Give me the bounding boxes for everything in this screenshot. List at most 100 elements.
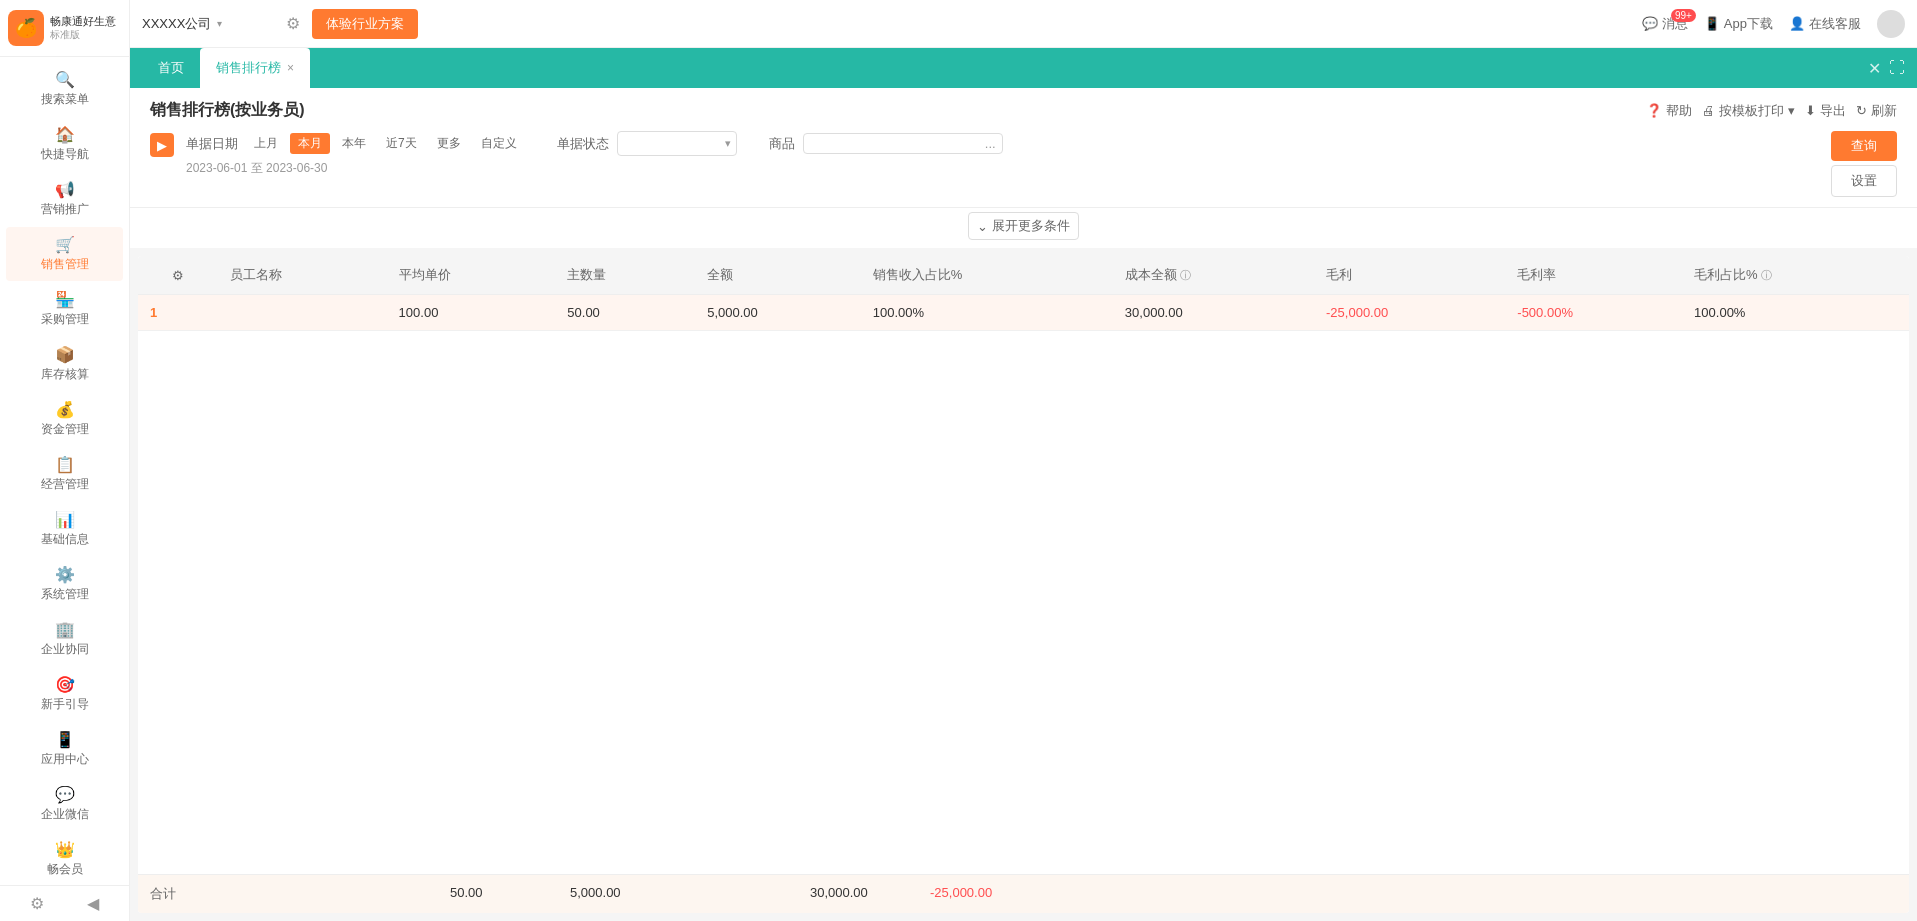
sidebar-label-newbie: 新手引导: [41, 696, 89, 713]
sidebar-label-system: 系统管理: [41, 586, 89, 603]
sidebar-item-newbie[interactable]: 🎯 新手引导: [6, 667, 123, 721]
sidebar-item-member[interactable]: 👑 畅会员: [6, 832, 123, 885]
tab-sales-ranking[interactable]: 销售排行榜 ×: [200, 48, 310, 88]
goods-label: 商品: [769, 135, 795, 153]
sidebar-label-inventory: 库存核算: [41, 366, 89, 383]
status-select-wrapper: [617, 131, 737, 156]
cost-info-icon[interactable]: ⓘ: [1180, 269, 1191, 281]
expand-more-button[interactable]: ⌄ 展开更多条件: [968, 212, 1079, 240]
col-gross-rate: 毛利率: [1505, 256, 1682, 295]
expand-label: 展开更多条件: [992, 217, 1070, 235]
sidebar-icon-quick-nav: 🏠: [55, 125, 75, 144]
row-gross-rate: -500.00%: [1505, 295, 1682, 331]
sidebar-item-basic[interactable]: 📊 基础信息: [6, 502, 123, 556]
col-settings[interactable]: ⚙: [138, 256, 218, 295]
query-button[interactable]: 查询: [1831, 131, 1897, 161]
date-tab-this-month[interactable]: 本月: [290, 133, 330, 154]
col-cost: 成本全额 ⓘ: [1113, 256, 1314, 295]
sidebar-item-search[interactable]: 🔍 搜索菜单: [6, 62, 123, 116]
sidebar-icon-system: ⚙️: [55, 565, 75, 584]
date-tab-custom[interactable]: 自定义: [473, 133, 525, 154]
help-button[interactable]: ❓ 帮助: [1646, 102, 1692, 120]
filter-toggle-icon[interactable]: ▶: [150, 133, 174, 157]
sidebar-item-quick-nav[interactable]: 🏠 快捷导航: [6, 117, 123, 171]
row-avg-price: 100.00: [387, 295, 556, 331]
sidebar-icon-sales: 🛒: [55, 235, 75, 254]
date-tab-last-month[interactable]: 上月: [246, 133, 286, 154]
expand-more-row: ⌄ 展开更多条件: [130, 208, 1917, 248]
company-selector[interactable]: XXXXX公司 ▾: [142, 15, 282, 33]
sidebar-item-inventory[interactable]: 📦 库存核算: [6, 337, 123, 391]
page-title: 销售排行榜(按业务员): [150, 100, 305, 121]
goods-input[interactable]: [810, 136, 985, 151]
export-button[interactable]: ⬇ 导出: [1805, 102, 1846, 120]
tab-close-window-icon[interactable]: ✕: [1868, 59, 1881, 78]
refresh-label: 刷新: [1871, 102, 1897, 120]
tab-home[interactable]: 首页: [142, 48, 200, 88]
footer-total: 5,000.00: [570, 885, 670, 903]
sidebar-item-purchase[interactable]: 🏪 采购管理: [6, 282, 123, 336]
sidebar-item-sales[interactable]: 🛒 销售管理: [6, 227, 123, 281]
logo-icon: 🍊: [8, 10, 44, 46]
sidebar-icon-newbie: 🎯: [55, 675, 75, 694]
status-select[interactable]: [617, 131, 737, 156]
sidebar-label-marketing: 营销推广: [41, 201, 89, 218]
service-label: 在线客服: [1809, 15, 1861, 33]
date-range-display: 2023-06-01 至 2023-06-30: [186, 160, 327, 177]
sidebar: 🍊 畅康通好生意 标准版 🔍 搜索菜单 🏠 快捷导航 📢 营销推广 🛒 销售管理…: [0, 0, 130, 921]
date-tab-7days[interactable]: 近7天: [378, 133, 425, 154]
sidebar-item-enterprise[interactable]: 🏢 企业协同: [6, 612, 123, 666]
sidebar-icon-apps: 📱: [55, 730, 75, 749]
col-gross: 毛利: [1314, 256, 1505, 295]
app-icon: 📱: [1704, 16, 1720, 31]
sidebar-label-finance: 资金管理: [41, 421, 89, 438]
set-button[interactable]: 设置: [1831, 165, 1897, 197]
sidebar-item-marketing[interactable]: 📢 营销推广: [6, 172, 123, 226]
sidebar-icon-purchase: 🏪: [55, 290, 75, 309]
date-tab-this-year[interactable]: 本年: [334, 133, 374, 154]
sidebar-item-apps[interactable]: 📱 应用中心: [6, 722, 123, 776]
message-button[interactable]: 💬 消息 99+: [1642, 15, 1688, 33]
row-employee-name: [218, 295, 387, 331]
date-tab-more[interactable]: 更多: [429, 133, 469, 154]
col-main-qty: 主数量: [555, 256, 695, 295]
sidebar-icon-wechat: 💬: [55, 785, 75, 804]
tab-close-icon[interactable]: ×: [287, 61, 294, 75]
tab-maximize-icon[interactable]: ⛶: [1889, 59, 1905, 78]
company-settings-icon[interactable]: ⚙: [286, 14, 300, 33]
sidebar-item-wechat[interactable]: 💬 企业微信: [6, 777, 123, 831]
sidebar-item-operation[interactable]: 📋 经营管理: [6, 447, 123, 501]
app-download-button[interactable]: 📱 App下载: [1704, 15, 1773, 33]
main-area: XXXXX公司 ▾ ⚙ 体验行业方案 💬 消息 99+ 📱 App下载 👤 在线…: [130, 0, 1917, 921]
sidebar-icon-finance: 💰: [55, 400, 75, 419]
table-header-row: ⚙ 员工名称 平均单价 主数量 全额 销售收入占比% 成本全额 ⓘ 毛利 毛利率…: [138, 256, 1909, 295]
print-button[interactable]: 🖨 按模板打印 ▾: [1702, 102, 1795, 120]
sidebar-settings-icon[interactable]: ⚙: [30, 894, 44, 913]
footer-spacer2: [350, 885, 430, 903]
col-employee: 员工名称: [218, 256, 387, 295]
app-label: App下载: [1724, 15, 1773, 33]
sidebar-item-system[interactable]: ⚙️ 系统管理: [6, 557, 123, 611]
col-sales-pct: 销售收入占比%: [861, 256, 1113, 295]
gross-pct-info-icon[interactable]: ⓘ: [1761, 269, 1772, 281]
goods-more-icon[interactable]: ...: [985, 136, 996, 151]
refresh-button[interactable]: ↻ 刷新: [1856, 102, 1897, 120]
sidebar-label-apps: 应用中心: [41, 751, 89, 768]
sidebar-icon-marketing: 📢: [55, 180, 75, 199]
expand-chevron-icon: ⌄: [977, 219, 988, 234]
export-label: 导出: [1820, 102, 1846, 120]
sidebar-collapse-icon[interactable]: ◀: [87, 894, 99, 913]
avatar[interactable]: [1877, 10, 1905, 38]
tab-bar: 首页 销售排行榜 × ✕ ⛶: [130, 48, 1917, 88]
online-service-button[interactable]: 👤 在线客服: [1789, 15, 1861, 33]
industry-button[interactable]: 体验行业方案: [312, 9, 418, 39]
footer-main-qty: 50.00: [450, 885, 550, 903]
table-area: ⚙ 员工名称 平均单价 主数量 全额 销售收入占比% 成本全额 ⓘ 毛利 毛利率…: [138, 256, 1909, 913]
goods-input-wrapper: ...: [803, 133, 1003, 154]
service-icon: 👤: [1789, 16, 1805, 31]
company-arrow-icon: ▾: [217, 18, 222, 29]
page-header: 销售排行榜(按业务员) ❓ 帮助 🖨 按模板打印 ▾ ⬇ 导出: [130, 88, 1917, 208]
sidebar-icon-enterprise: 🏢: [55, 620, 75, 639]
sidebar-item-finance[interactable]: 💰 资金管理: [6, 392, 123, 446]
sidebar-bottom: ⚙ ◀: [0, 885, 129, 921]
